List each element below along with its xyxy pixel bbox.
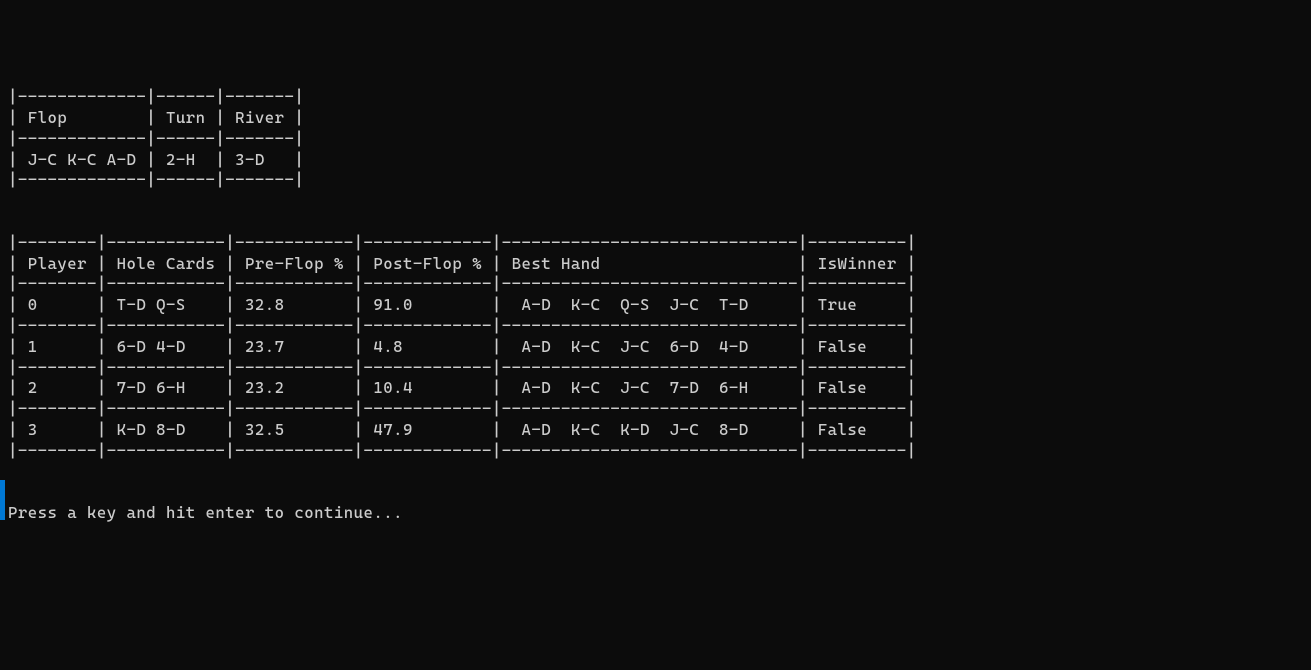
board-sep-mid: |-------------|------|-------|	[8, 129, 1303, 150]
board-sep-top: |-------------|------|-------|	[8, 87, 1303, 108]
table-row: | 2 | 7-D 6-H | 23.2 | 10.4 | A-D K-C J-…	[8, 378, 1303, 399]
continue-prompt[interactable]: Press a key and hit enter to continue...	[8, 503, 1303, 524]
terminal-output: |-------------|------|-------|| Flop | T…	[8, 87, 1303, 524]
table-row: | 3 | K-D 8-D | 32.5 | 47.9 | A-D K-C K-…	[8, 420, 1303, 441]
table-row: | 0 | T-D Q-S | 32.8 | 91.0 | A-D K-C Q-…	[8, 295, 1303, 316]
players-sep-bot: |--------|------------|------------|----…	[8, 441, 1303, 462]
board-sep-bot: |-------------|------|-------|	[8, 170, 1303, 191]
board-header-row: | Flop | Turn | River |	[8, 108, 1303, 129]
board-data-row: | J-C K-C A-D | 2-H | 3-D |	[8, 150, 1303, 171]
players-sep: |--------|------------|------------|----…	[8, 316, 1303, 337]
players-sep: |--------|------------|------------|----…	[8, 399, 1303, 420]
players-sep: |--------|------------|------------|----…	[8, 358, 1303, 379]
players-sep-top: |--------|------------|------------|----…	[8, 233, 1303, 254]
players-sep: |--------|------------|------------|----…	[8, 274, 1303, 295]
players-header-row: | Player | Hole Cards | Pre-Flop % | Pos…	[8, 254, 1303, 275]
table-row: | 1 | 6-D 4-D | 23.7 | 4.8 | A-D K-C J-C…	[8, 337, 1303, 358]
window-edge-accent	[0, 480, 5, 520]
